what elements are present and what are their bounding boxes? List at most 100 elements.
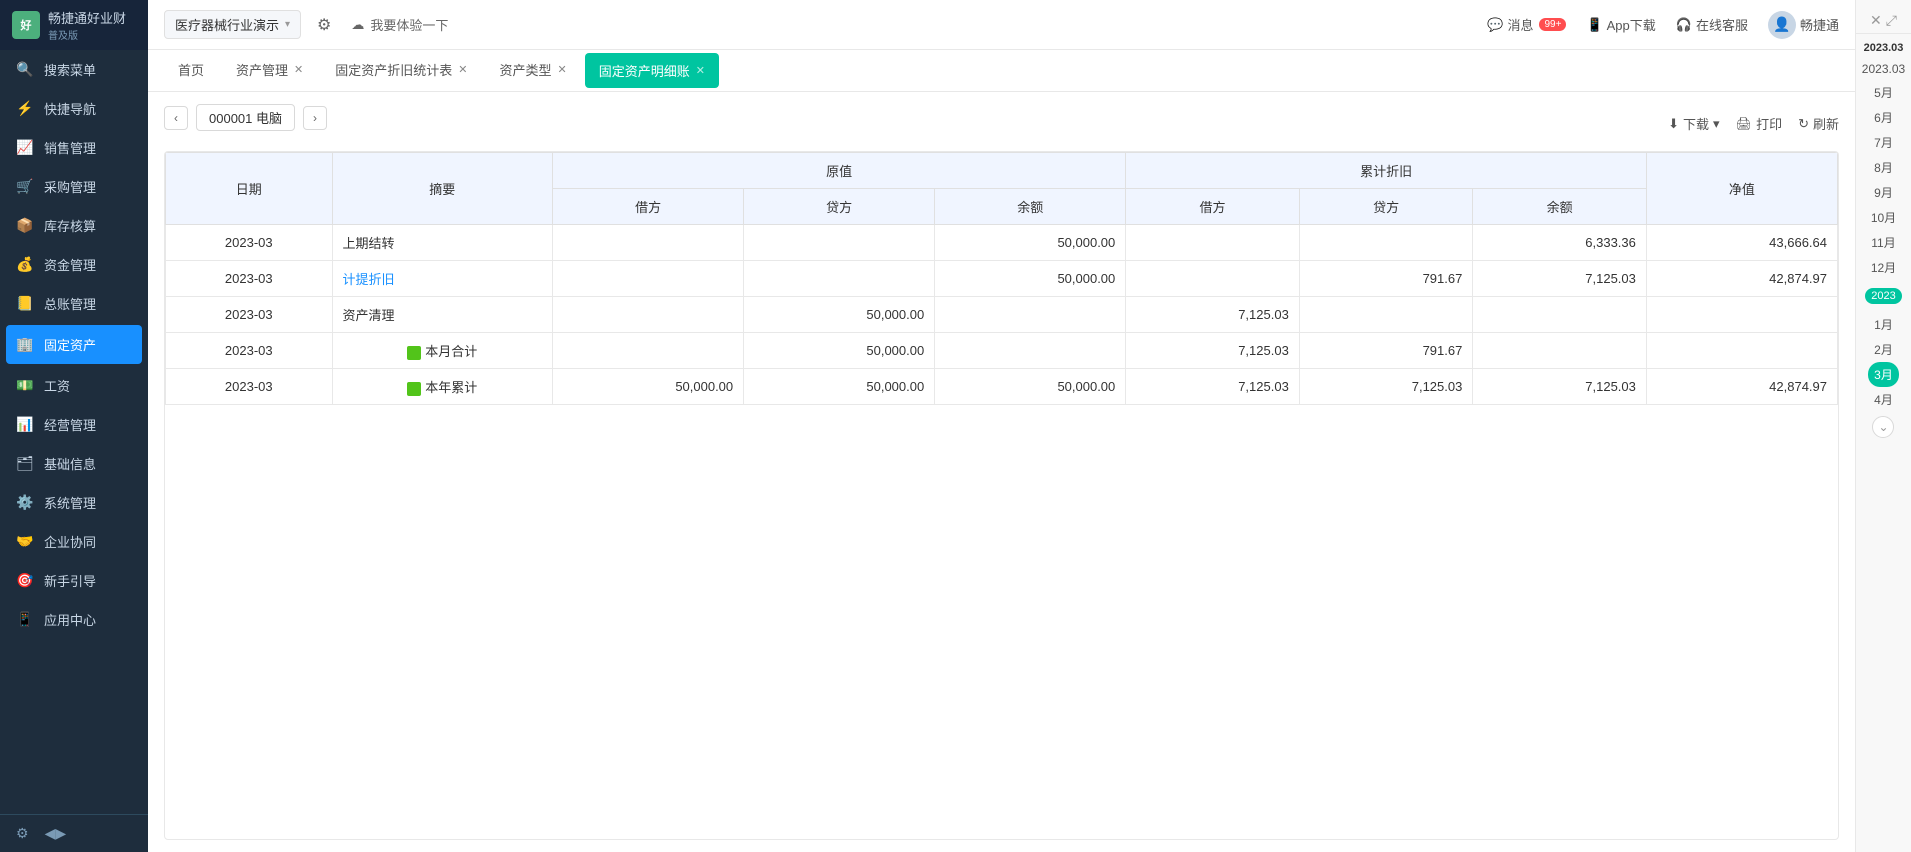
cell-depr-balance: 6,333.36 <box>1473 225 1647 261</box>
sidebar-item-quick-nav[interactable]: ⚡ 快捷导航 <box>0 89 148 128</box>
operations-icon: 📊 <box>16 416 34 434</box>
company-selector[interactable]: 医疗器械行业演示 ▾ <box>164 10 301 39</box>
sidebar-item-operations[interactable]: 📊 经营管理 <box>0 405 148 444</box>
sidebar-item-collab[interactable]: 🤝 企业协同 <box>0 522 148 561</box>
cell-orig-credit <box>744 261 935 297</box>
cell-date: 2023-03 <box>166 297 333 333</box>
sidebar-item-apps[interactable]: 📱 应用中心 <box>0 600 148 639</box>
sidebar-item-guide[interactable]: 🎯 新手引导 <box>0 561 148 600</box>
month-item-1月[interactable]: 1月 <box>1862 312 1905 337</box>
cell-orig-balance: 50,000.00 <box>935 261 1126 297</box>
cell-depr-balance: 7,125.03 <box>1473 369 1647 405</box>
sidebar-label-fixed-assets: 固定资产 <box>44 335 96 354</box>
tab-固定资产折旧统计表[interactable]: 固定资产折旧统计表 ✕ <box>321 52 481 89</box>
month-item-3月[interactable]: 3月 <box>1868 362 1899 387</box>
cell-orig-balance: 50,000.00 <box>935 369 1126 405</box>
print-button[interactable]: 🖨 打印 <box>1736 114 1783 133</box>
avatar: 👤 <box>1768 11 1796 39</box>
month-item[interactable]: 12月 <box>1862 255 1905 280</box>
download-button[interactable]: ⬇ 下载 ▾ <box>1668 114 1719 133</box>
month-item-top[interactable]: 2023.03 <box>1862 58 1905 80</box>
prev-asset-button[interactable]: ‹ <box>164 106 188 130</box>
tab-label: 资产类型 <box>499 60 551 79</box>
sidebar-item-inventory[interactable]: 📦 库存核算 <box>0 206 148 245</box>
close-panel-button[interactable]: ✕ <box>1870 12 1882 29</box>
experience-icon: ☁ <box>351 17 364 33</box>
expand-panel-button[interactable]: ⤢ <box>1886 12 1897 29</box>
tab-close-icon[interactable]: ✕ <box>558 63 567 76</box>
user-label: 畅捷通 <box>1800 15 1839 34</box>
company-name: 医疗器械行业演示 <box>175 15 279 34</box>
settings-gear-icon[interactable]: ⚙ <box>317 15 331 35</box>
refresh-label: 刷新 <box>1813 114 1839 133</box>
cell-desc: 本年累计 <box>332 369 553 405</box>
month-item[interactable]: 11月 <box>1862 230 1905 255</box>
messages-label: 消息 <box>1507 15 1533 34</box>
purchase-icon: 🛒 <box>16 178 34 196</box>
tab-首页[interactable]: 首页 <box>164 52 218 89</box>
experience-button[interactable]: ☁ 我要体验一下 <box>351 15 448 34</box>
user-profile[interactable]: 👤 畅捷通 <box>1768 11 1839 39</box>
sidebar-label-apps: 应用中心 <box>44 610 96 629</box>
topbar-right: 💬 消息 99+ 📱 App下载 🎧 在线客服 👤 畅捷通 <box>1487 11 1839 39</box>
sidebar-item-finance[interactable]: 💰 资金管理 <box>0 245 148 284</box>
tab-close-icon[interactable]: ✕ <box>696 64 705 77</box>
settings-icon[interactable]: ⚙ <box>16 825 29 842</box>
tab-close-icon[interactable]: ✕ <box>458 63 467 76</box>
col-orig-credit: 贷方 <box>744 189 935 225</box>
month-item-4月[interactable]: 4月 <box>1862 387 1905 412</box>
collapse-icon[interactable]: ◀▶ <box>45 825 67 842</box>
cell-date: 2023-03 <box>166 333 333 369</box>
month-item[interactable]: 7月 <box>1862 130 1905 155</box>
sidebar-item-search[interactable]: 🔍 搜索菜单 <box>0 50 148 89</box>
sidebar-item-sales[interactable]: 📈 销售管理 <box>0 128 148 167</box>
asset-code: 000001 电脑 <box>209 111 282 126</box>
sidebar-nav: 🔍 搜索菜单 ⚡ 快捷导航 📈 销售管理 🛒 采购管理 📦 库存核算 💰 资金管… <box>0 50 148 814</box>
logo-icon: 好 <box>12 11 40 39</box>
cell-net: 43,666.64 <box>1646 225 1837 261</box>
sidebar-item-payroll[interactable]: 💵 工资 <box>0 366 148 405</box>
sidebar-item-purchase[interactable]: 🛒 采购管理 <box>0 167 148 206</box>
month-item[interactable]: 10月 <box>1862 205 1905 230</box>
sidebar-label-system: 系统管理 <box>44 493 96 512</box>
sidebar-label-base-info: 基础信息 <box>44 454 96 473</box>
tab-资产类型[interactable]: 资产类型 ✕ <box>485 52 580 89</box>
month-item[interactable]: 8月 <box>1862 155 1905 180</box>
scroll-down-icon[interactable]: ⌄ <box>1872 416 1894 438</box>
app-download-label: App下载 <box>1607 15 1656 34</box>
month-item-2月[interactable]: 2月 <box>1862 337 1905 362</box>
cell-depr-credit: 7,125.03 <box>1299 369 1473 405</box>
cell-orig-credit: 50,000.00 <box>744 297 935 333</box>
sidebar-label-payroll: 工资 <box>44 376 70 395</box>
cell-orig-debit <box>553 297 744 333</box>
tab-close-icon[interactable]: ✕ <box>294 63 303 76</box>
tab-固定资产明细账[interactable]: 固定资产明细账✕ <box>585 53 719 88</box>
cell-net <box>1646 297 1837 333</box>
sidebar-item-fixed-assets[interactable]: 🏢 固定资产 <box>6 325 142 364</box>
logo-app-name: 畅捷通好业财 <box>48 8 126 27</box>
table-row: 2023-03 上期结转 50,000.00 6,333.36 43,666.6… <box>166 225 1838 261</box>
cell-net: 42,874.97 <box>1646 369 1837 405</box>
col-depr-balance: 余额 <box>1473 189 1647 225</box>
next-asset-button[interactable]: › <box>303 106 327 130</box>
refresh-button[interactable]: ↻ 刷新 <box>1798 114 1839 133</box>
asset-code-box: 000001 电脑 <box>196 104 295 131</box>
cell-depr-debit: 7,125.03 <box>1126 297 1300 333</box>
month-item[interactable]: 5月 <box>1862 80 1905 105</box>
tab-label: 固定资产折旧统计表 <box>335 60 452 79</box>
month-item[interactable]: 9月 <box>1862 180 1905 205</box>
table-row: 2023-03 计提折旧 50,000.00 791.67 7,125.03 4… <box>166 261 1838 297</box>
messages-button[interactable]: 💬 消息 99+ <box>1487 15 1566 34</box>
tab-资产管理[interactable]: 资产管理✕ <box>222 52 317 89</box>
month-item[interactable]: 6月 <box>1862 105 1905 130</box>
online-service-button[interactable]: 🎧 在线客服 <box>1676 15 1748 34</box>
cell-orig-credit: 50,000.00 <box>744 333 935 369</box>
cell-date: 2023-03 <box>166 369 333 405</box>
app-download-button[interactable]: 📱 App下载 <box>1586 15 1655 34</box>
sidebar-item-system[interactable]: ⚙️ 系统管理 <box>0 483 148 522</box>
sidebar-item-base-info[interactable]: 🗂 基础信息 <box>0 444 148 483</box>
cell-orig-balance <box>935 297 1126 333</box>
download-label: 下载 <box>1683 114 1709 133</box>
sidebar-item-ledger[interactable]: 📒 总账管理 <box>0 284 148 323</box>
detail-table: 日期 摘要 原值 累计折旧 净值 借方 贷方 余额 借方 贷方 余额 <box>165 152 1838 405</box>
